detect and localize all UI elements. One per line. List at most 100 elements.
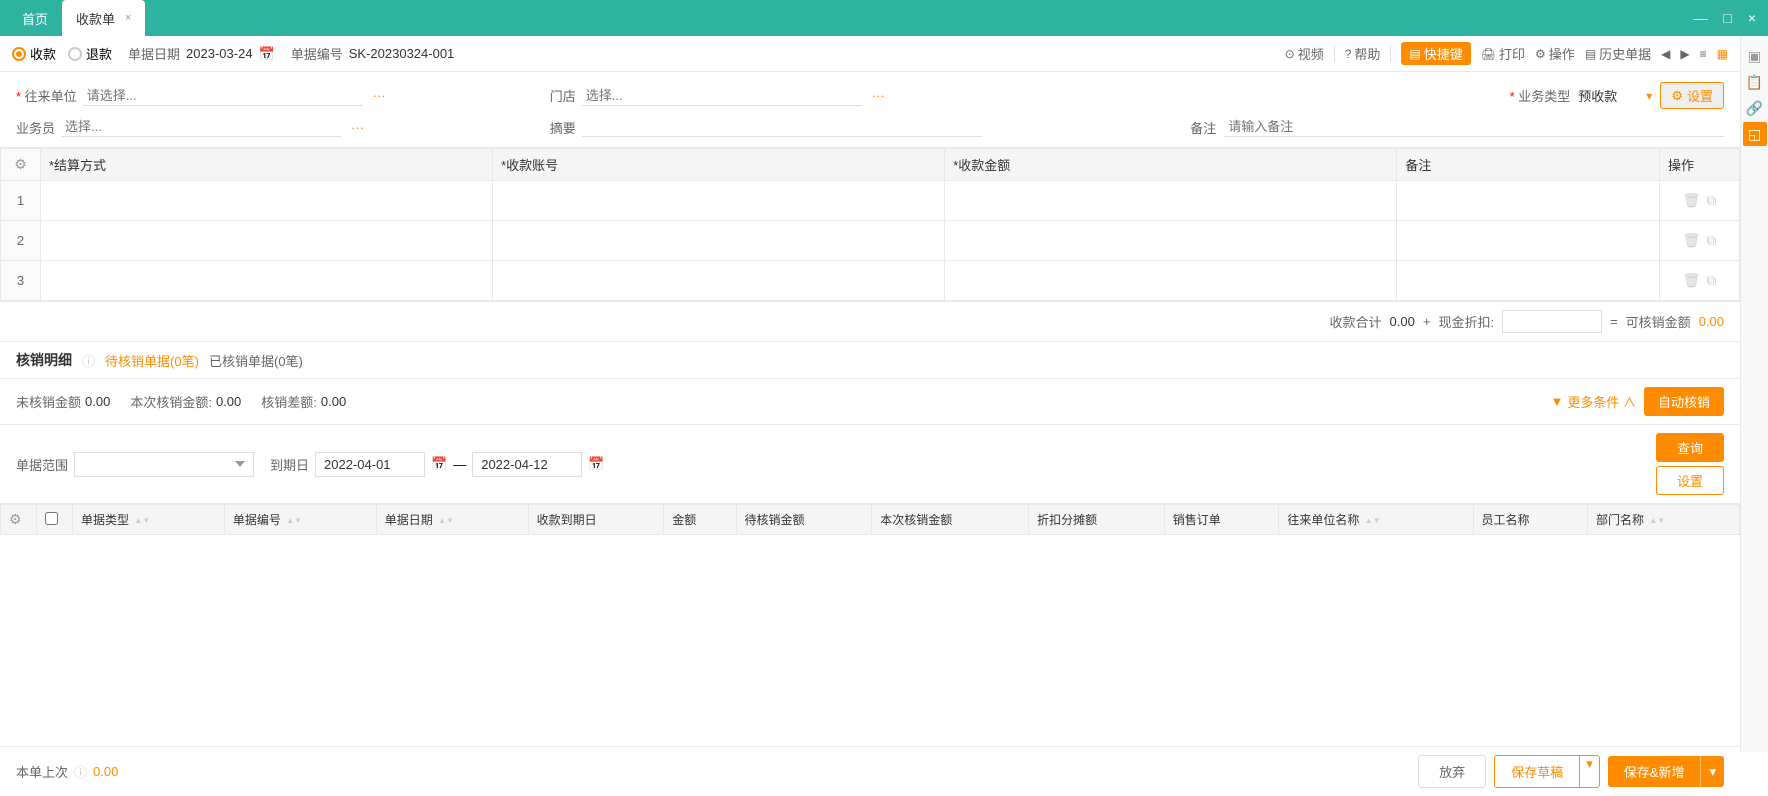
row-2-account[interactable] — [493, 221, 945, 261]
remark-input[interactable] — [1224, 117, 1724, 137]
list-view-btn[interactable]: ≡ — [1700, 47, 1707, 61]
store-more-btn[interactable]: ··· — [868, 88, 889, 103]
range-select[interactable] — [74, 452, 254, 477]
abandon-btn[interactable]: 放弃 — [1418, 755, 1486, 788]
setting-btn[interactable]: ⚙ 设置 — [1660, 82, 1724, 109]
unwriteoff-label: 未核销金额 — [16, 392, 81, 411]
save-draft-btn[interactable]: 保存草稿 — [1495, 756, 1579, 787]
bottom-gear-icon[interactable]: ⚙ — [9, 511, 22, 527]
cal-end-icon[interactable]: 📅 — [588, 456, 604, 472]
bth-checkbox[interactable] — [37, 505, 73, 535]
bth-counterparty[interactable]: 往来单位名称 ▲▼ — [1279, 505, 1473, 535]
shortcut-btn[interactable]: ▤ 快捷键 — [1401, 42, 1470, 65]
query-btn[interactable]: 查询 — [1656, 433, 1724, 462]
last-label: 本单上次 — [16, 762, 68, 781]
panel-btn-1[interactable]: ▣ — [1743, 44, 1767, 68]
bth-gear[interactable]: ⚙ — [1, 505, 37, 535]
radio-refund[interactable]: 退款 — [68, 44, 112, 63]
sort-cp-icon: ▲▼ — [1365, 517, 1381, 525]
bth-date[interactable]: 单据日期 ▲▼ — [376, 505, 528, 535]
more-filter-btn[interactable]: ▼ 更多条件 ∧ — [1550, 392, 1636, 411]
prev-btn[interactable]: ◀ — [1661, 47, 1670, 61]
history-btn[interactable]: ▤ 历史单据 — [1585, 44, 1651, 63]
help-btn[interactable]: ? 帮助 — [1345, 44, 1381, 63]
video-btn[interactable]: ⊙ 视频 — [1285, 44, 1324, 63]
counterparty-more-btn[interactable]: ··· — [369, 88, 390, 103]
toolbar: 收款 退款 单据日期 2023-03-24 📅 单据编号 SK-20230324… — [0, 36, 1740, 72]
business-type-value: 预收款 — [1578, 86, 1638, 105]
cal-start-icon[interactable]: 📅 — [431, 456, 447, 472]
th-actions: 操作 — [1660, 149, 1740, 181]
row-1-remark[interactable] — [1397, 181, 1660, 221]
row-2-amount[interactable] — [945, 221, 1397, 261]
tab-close-icon[interactable]: × — [125, 12, 131, 24]
row-2-settle[interactable] — [41, 221, 493, 261]
panel-btn-3[interactable]: 🔗 — [1743, 96, 1767, 120]
next-btn[interactable]: ▶ — [1680, 47, 1689, 61]
counterparty-input[interactable] — [83, 86, 363, 106]
bth-type[interactable]: 单据类型 ▲▼ — [73, 505, 225, 535]
panel-btn-4[interactable]: ◱ — [1743, 122, 1767, 146]
gear-icon: ⚙ — [1671, 88, 1683, 104]
bth-sales-order: 销售订单 — [1164, 505, 1279, 535]
print-btn[interactable]: 🖨 打印 — [1481, 44, 1525, 63]
row-1-copy-btn[interactable]: ⧉ — [1706, 192, 1716, 209]
select-all-checkbox[interactable] — [45, 512, 58, 525]
row-2-delete-btn[interactable]: 🗑 — [1683, 232, 1701, 249]
row-num-3: 3 — [1, 261, 41, 301]
row-3-copy-btn[interactable]: ⧉ — [1706, 272, 1716, 289]
business-type-dropdown[interactable]: ▾ — [1646, 89, 1652, 103]
summary-input[interactable] — [582, 117, 982, 137]
writeoff-stats: 未核销金额 0.00 本次核销金额: 0.00 核销差额: 0.00 ▼ 更多条… — [0, 379, 1740, 425]
close-btn[interactable]: × — [1744, 10, 1760, 26]
save-new-btn[interactable]: 保存&新增 — [1608, 756, 1701, 787]
current-value: 0.00 — [216, 394, 241, 409]
save-draft-arrow[interactable]: ▾ — [1579, 756, 1599, 787]
done-tab[interactable]: 已核销单据(0笔) — [209, 351, 303, 370]
discount-input[interactable] — [1502, 310, 1602, 333]
due-date-start[interactable] — [315, 452, 425, 477]
number-field: 单据编号 SK-20230324-001 — [291, 44, 455, 63]
row-1-account[interactable] — [493, 181, 945, 221]
footer-info-icon[interactable]: ⓘ — [74, 762, 87, 781]
minimize-btn[interactable]: — — [1689, 10, 1711, 26]
tab-receipt[interactable]: 收款单 × — [62, 0, 145, 36]
row-3-remark[interactable] — [1397, 261, 1660, 301]
panel-btn-2[interactable]: 📋 — [1743, 70, 1767, 94]
row-3-settle[interactable] — [41, 261, 493, 301]
row-2-copy-btn[interactable]: ⧉ — [1706, 232, 1716, 249]
diff-value: 0.00 — [321, 394, 346, 409]
row-1-amount[interactable] — [945, 181, 1397, 221]
pending-tab[interactable]: 待核销单据(0笔) — [105, 351, 199, 370]
table-gear-icon[interactable]: ⚙ — [14, 156, 27, 172]
save-new-arrow[interactable]: ▾ — [1700, 756, 1724, 787]
tab-home[interactable]: 首页 — [8, 0, 62, 36]
filter-settings-btn[interactable]: 设置 — [1656, 466, 1724, 495]
row-1-settle[interactable] — [41, 181, 493, 221]
auto-writeoff-btn[interactable]: 自动核销 — [1644, 387, 1724, 416]
due-date-end[interactable] — [472, 452, 582, 477]
store-input[interactable] — [582, 86, 862, 106]
calendar-icon[interactable]: 📅 — [259, 46, 275, 62]
operation-label: 操作 — [1549, 44, 1575, 63]
maximize-btn[interactable]: □ — [1719, 10, 1735, 26]
row-3-account[interactable] — [493, 261, 945, 301]
grid-view-btn[interactable]: ▦ — [1717, 47, 1728, 61]
row-1-delete-btn[interactable]: 🗑 — [1683, 192, 1701, 209]
operation-btn[interactable]: ⚙ 操作 — [1535, 44, 1575, 63]
radio-receive[interactable]: 收款 — [12, 44, 56, 63]
writeoff-label: 可核销金额 — [1626, 312, 1691, 331]
range-label: 单据范围 — [16, 455, 68, 474]
staff-input[interactable] — [61, 117, 341, 137]
tab-receipt-label: 收款单 — [76, 9, 115, 28]
staff-more-btn[interactable]: ··· — [347, 120, 368, 135]
writeoff-info-icon[interactable]: ⓘ — [82, 351, 95, 370]
bth-number[interactable]: 单据编号 ▲▼ — [224, 505, 376, 535]
bth-dept[interactable]: 部门名称 ▲▼ — [1588, 505, 1740, 535]
row-2-remark[interactable] — [1397, 221, 1660, 261]
row-3-amount[interactable] — [945, 261, 1397, 301]
unwriteoff-value: 0.00 — [85, 394, 110, 409]
th-settings[interactable]: ⚙ — [1, 149, 41, 181]
row-3-delete-btn[interactable]: 🗑 — [1683, 272, 1701, 289]
toolbar-actions: ⊙ 视频 ? 帮助 ▤ 快捷键 🖨 打印 ⚙ 操作 ▤ 历史单据 ◀ ▶ ≡ ▦ — [1285, 42, 1728, 65]
